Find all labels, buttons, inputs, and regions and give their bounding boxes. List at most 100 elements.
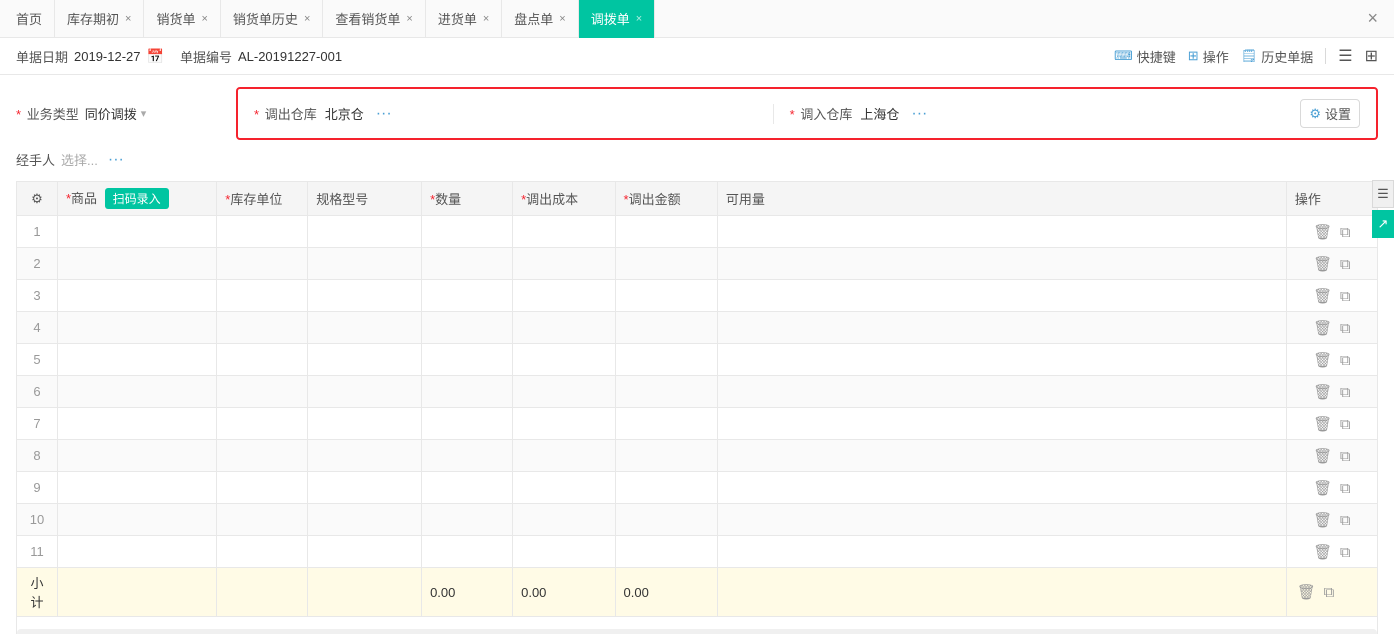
row-qty[interactable] xyxy=(422,504,513,536)
row-available[interactable] xyxy=(717,408,1286,440)
copy-icon[interactable]: ⧉ xyxy=(1340,224,1351,241)
side-export-btn[interactable]: ↗ xyxy=(1372,210,1394,238)
row-spec[interactable] xyxy=(308,344,422,376)
tab-transfer-close[interactable]: × xyxy=(636,13,642,25)
row-product[interactable] xyxy=(57,536,216,568)
close-window-button[interactable]: × xyxy=(1359,8,1386,29)
row-amount[interactable] xyxy=(615,536,717,568)
quick-key-action[interactable]: ⌨ 快捷键 xyxy=(1114,47,1176,66)
tab-sales-close[interactable]: × xyxy=(201,13,207,25)
row-spec[interactable] xyxy=(308,248,422,280)
row-product[interactable] xyxy=(57,344,216,376)
row-amount[interactable] xyxy=(615,344,717,376)
row-qty[interactable] xyxy=(422,312,513,344)
row-product[interactable] xyxy=(57,376,216,408)
row-unit[interactable] xyxy=(217,216,308,248)
row-cost[interactable] xyxy=(513,536,615,568)
row-cost[interactable] xyxy=(513,504,615,536)
copy-icon[interactable]: ⧉ xyxy=(1340,416,1351,433)
row-unit[interactable] xyxy=(217,312,308,344)
row-amount[interactable] xyxy=(615,280,717,312)
horizontal-scrollbar[interactable] xyxy=(17,629,1377,634)
row-available[interactable] xyxy=(717,312,1286,344)
row-amount[interactable] xyxy=(615,312,717,344)
settings-button[interactable]: ⚙ 设置 xyxy=(1300,99,1360,128)
row-unit[interactable] xyxy=(217,440,308,472)
side-list-btn[interactable]: ☰ xyxy=(1372,180,1394,208)
row-unit[interactable] xyxy=(217,376,308,408)
row-spec[interactable] xyxy=(308,536,422,568)
row-available[interactable] xyxy=(717,216,1286,248)
tab-view-sales-close[interactable]: × xyxy=(406,13,412,25)
row-qty[interactable] xyxy=(422,376,513,408)
delete-icon[interactable]: 🗑 xyxy=(1313,351,1332,369)
row-unit[interactable] xyxy=(217,280,308,312)
th-gear[interactable]: ⚙ xyxy=(17,182,58,216)
subtotal-delete-icon[interactable]: 🗑 xyxy=(1297,583,1316,601)
tab-stocktake[interactable]: 盘点单 × xyxy=(502,0,578,38)
tab-sales[interactable]: 销货单 × xyxy=(144,0,220,38)
calendar-icon[interactable]: 📅 xyxy=(147,48,164,65)
tab-purchase[interactable]: 进货单 × xyxy=(426,0,502,38)
copy-icon[interactable]: ⧉ xyxy=(1340,544,1351,561)
tab-transfer[interactable]: 调拨单 × xyxy=(579,0,655,38)
row-product[interactable] xyxy=(57,472,216,504)
row-qty[interactable] xyxy=(422,472,513,504)
tab-purchase-close[interactable]: × xyxy=(483,13,489,25)
row-spec[interactable] xyxy=(308,216,422,248)
row-product[interactable] xyxy=(57,504,216,536)
row-cost[interactable] xyxy=(513,248,615,280)
transfer-out-value[interactable]: 北京仓 xyxy=(325,104,364,123)
row-qty[interactable] xyxy=(422,280,513,312)
copy-icon[interactable]: ⧉ xyxy=(1340,256,1351,273)
delete-icon[interactable]: 🗑 xyxy=(1313,255,1332,273)
row-cost[interactable] xyxy=(513,216,615,248)
row-available[interactable] xyxy=(717,504,1286,536)
row-spec[interactable] xyxy=(308,472,422,504)
tab-sales-history[interactable]: 销货单历史 × xyxy=(221,0,323,38)
row-spec[interactable] xyxy=(308,376,422,408)
delete-icon[interactable]: 🗑 xyxy=(1313,479,1332,497)
row-qty[interactable] xyxy=(422,440,513,472)
tab-sales-history-close[interactable]: × xyxy=(304,13,310,25)
row-cost[interactable] xyxy=(513,408,615,440)
row-product[interactable] xyxy=(57,408,216,440)
transfer-in-value[interactable]: 上海仓 xyxy=(860,104,899,123)
row-spec[interactable] xyxy=(308,408,422,440)
delete-icon[interactable]: 🗑 xyxy=(1313,447,1332,465)
row-product[interactable] xyxy=(57,312,216,344)
row-cost[interactable] xyxy=(513,440,615,472)
row-amount[interactable] xyxy=(615,216,717,248)
transfer-out-more-btn[interactable]: ··· xyxy=(376,105,392,123)
tab-stocktake-close[interactable]: × xyxy=(559,13,565,25)
row-qty[interactable] xyxy=(422,536,513,568)
row-qty[interactable] xyxy=(422,344,513,376)
delete-icon[interactable]: 🗑 xyxy=(1313,511,1332,529)
delete-icon[interactable]: 🗑 xyxy=(1313,415,1332,433)
row-unit[interactable] xyxy=(217,504,308,536)
operator-more-btn[interactable]: ··· xyxy=(108,151,124,169)
row-spec[interactable] xyxy=(308,504,422,536)
delete-icon[interactable]: 🗑 xyxy=(1313,287,1332,305)
row-cost[interactable] xyxy=(513,312,615,344)
row-amount[interactable] xyxy=(615,248,717,280)
tab-view-sales[interactable]: 查看销货单 × xyxy=(323,0,425,38)
row-spec[interactable] xyxy=(308,280,422,312)
operation-action[interactable]: ⊞ 操作 xyxy=(1188,47,1229,66)
row-unit[interactable] xyxy=(217,408,308,440)
row-amount[interactable] xyxy=(615,504,717,536)
row-amount[interactable] xyxy=(615,408,717,440)
copy-icon[interactable]: ⧉ xyxy=(1340,448,1351,465)
row-available[interactable] xyxy=(717,472,1286,504)
copy-icon[interactable]: ⧉ xyxy=(1340,480,1351,497)
row-spec[interactable] xyxy=(308,312,422,344)
history-action[interactable]: 🗒 历史单据 xyxy=(1241,47,1314,66)
business-type-select[interactable]: 同价调拨 ▾ xyxy=(85,104,147,123)
tab-inventory-init-close[interactable]: × xyxy=(125,13,131,25)
row-product[interactable] xyxy=(57,280,216,312)
copy-icon[interactable]: ⧉ xyxy=(1340,384,1351,401)
row-qty[interactable] xyxy=(422,216,513,248)
delete-icon[interactable]: 🗑 xyxy=(1313,543,1332,561)
delete-icon[interactable]: 🗑 xyxy=(1313,383,1332,401)
row-product[interactable] xyxy=(57,248,216,280)
